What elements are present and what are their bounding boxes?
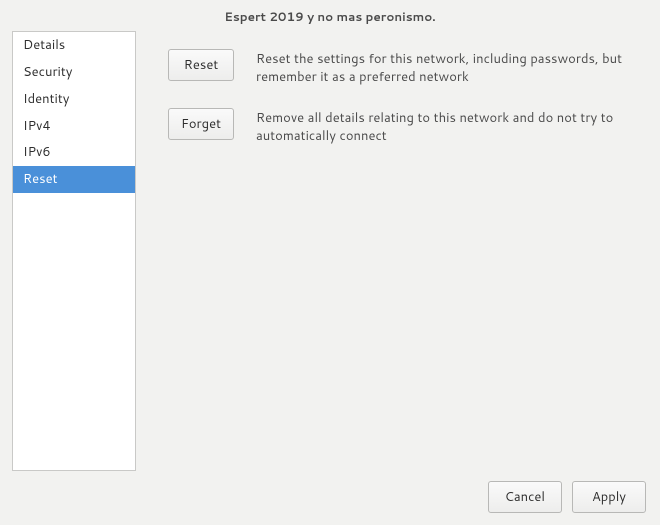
sidebar-item-label: IPv4 (23, 117, 51, 135)
sidebar-item-details[interactable]: Details (13, 32, 135, 59)
window-title: Espert 2019 y no mas peronismo. (0, 0, 660, 31)
apply-button[interactable]: Apply (572, 481, 646, 513)
forget-row: Forget Remove all details relating to th… (168, 108, 634, 145)
sidebar-item-label: Security (23, 63, 73, 81)
reset-button[interactable]: Reset (168, 49, 234, 81)
network-settings-window: Espert 2019 y no mas peronismo. Details … (0, 0, 660, 525)
sidebar-item-label: IPv6 (23, 143, 51, 161)
sidebar-item-identity[interactable]: Identity (13, 86, 135, 113)
dialog-footer: Cancel Apply (0, 471, 660, 525)
forget-button[interactable]: Forget (168, 108, 234, 140)
sidebar-item-label: Reset (23, 170, 58, 188)
reset-description: Reset the settings for this network, inc… (256, 49, 634, 86)
sidebar-item-ipv4[interactable]: IPv4 (13, 113, 135, 140)
sidebar-item-label: Details (23, 36, 65, 54)
sidebar-item-label: Identity (23, 90, 70, 108)
reset-panel: Reset Reset the settings for this networ… (168, 31, 648, 471)
reset-row: Reset Reset the settings for this networ… (168, 49, 634, 86)
forget-description: Remove all details relating to this netw… (256, 108, 634, 145)
cancel-button[interactable]: Cancel (488, 481, 562, 513)
settings-sidebar: Details Security Identity IPv4 IPv6 Rese… (12, 31, 136, 471)
content-area: Details Security Identity IPv4 IPv6 Rese… (0, 31, 660, 471)
sidebar-item-ipv6[interactable]: IPv6 (13, 139, 135, 166)
sidebar-item-security[interactable]: Security (13, 59, 135, 86)
sidebar-item-reset[interactable]: Reset (13, 166, 135, 193)
